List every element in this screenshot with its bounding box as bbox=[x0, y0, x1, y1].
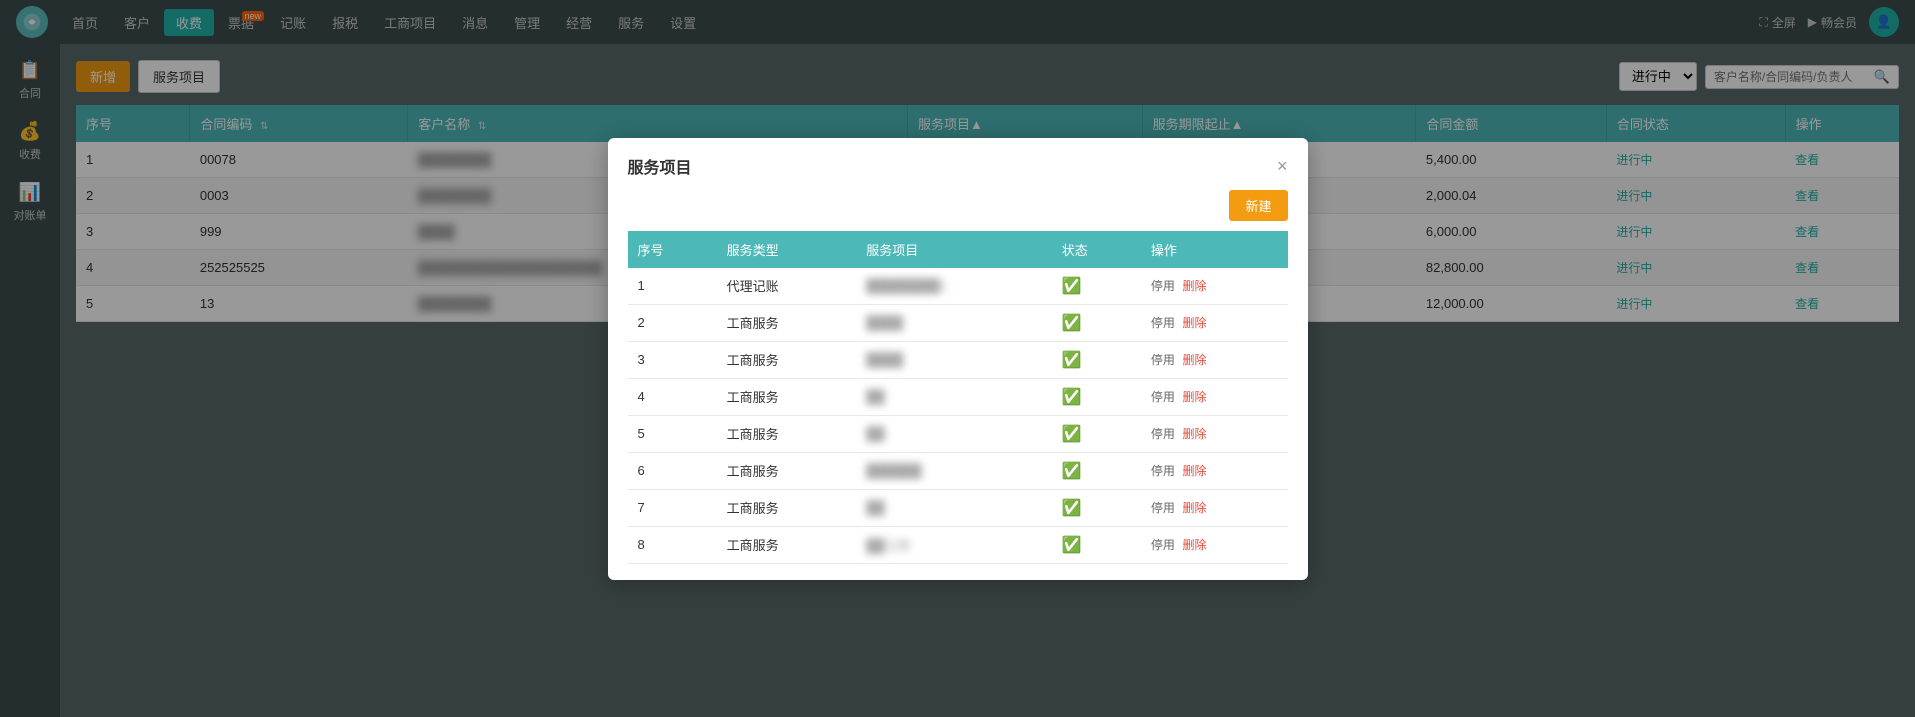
modal-cell-status: ✅ bbox=[1052, 341, 1141, 378]
modal-cell-seq: 7 bbox=[628, 489, 717, 526]
modal-cell-action: 停用 删除 bbox=[1141, 268, 1288, 305]
modal-cell-type: 工商服务 bbox=[717, 489, 857, 526]
modal-cell-type: 工商服务 bbox=[717, 452, 857, 489]
stop-button[interactable]: 停用 bbox=[1151, 462, 1175, 479]
modal-cell-action: 停用 删除 bbox=[1141, 415, 1288, 452]
modal-table-row: 8 工商服务 ██注册 ✅ 停用 删除 bbox=[628, 526, 1288, 563]
modal-col-type: 服务类型 bbox=[717, 231, 857, 268]
delete-button[interactable]: 删除 bbox=[1183, 351, 1207, 368]
modal-cell-type: 工商服务 bbox=[717, 415, 857, 452]
delete-button[interactable]: 删除 bbox=[1183, 499, 1207, 516]
delete-button[interactable]: 删除 bbox=[1183, 425, 1207, 442]
modal-cell-seq: 1 bbox=[628, 268, 717, 305]
modal-table-row: 7 工商服务 ██ ✅ 停用 删除 bbox=[628, 489, 1288, 526]
modal-cell-status: ✅ bbox=[1052, 452, 1141, 489]
modal-overlay[interactable]: 服务项目 × 新建 序号 服务类型 服务项目 状态 操作 bbox=[0, 0, 1915, 717]
delete-button[interactable]: 删除 bbox=[1183, 314, 1207, 331]
delete-button[interactable]: 删除 bbox=[1183, 462, 1207, 479]
status-check-icon: ✅ bbox=[1062, 537, 1082, 554]
delete-button[interactable]: 删除 bbox=[1183, 277, 1207, 294]
status-check-icon: ✅ bbox=[1062, 389, 1082, 406]
modal-table-row: 6 工商服务 ██████ ✅ 停用 删除 bbox=[628, 452, 1288, 489]
stop-button[interactable]: 停用 bbox=[1151, 499, 1175, 516]
delete-button[interactable]: 删除 bbox=[1183, 536, 1207, 553]
modal-cell-status: ✅ bbox=[1052, 415, 1141, 452]
modal-cell-status: ✅ bbox=[1052, 526, 1141, 563]
modal-col-status: 状态 bbox=[1052, 231, 1141, 268]
modal-cell-status: ✅ bbox=[1052, 304, 1141, 341]
modal-cell-action: 停用 删除 bbox=[1141, 526, 1288, 563]
modal-table-row: 4 工商服务 ██ ✅ 停用 删除 bbox=[628, 378, 1288, 415]
modal-cell-item: ████ bbox=[856, 304, 1052, 341]
modal-cell-status: ✅ bbox=[1052, 378, 1141, 415]
modal-table-header-row: 序号 服务类型 服务项目 状态 操作 bbox=[628, 231, 1288, 268]
modal-col-action: 操作 bbox=[1141, 231, 1288, 268]
modal-cell-item: ██ bbox=[856, 378, 1052, 415]
modal-cell-seq: 6 bbox=[628, 452, 717, 489]
modal-cell-status: ✅ bbox=[1052, 268, 1141, 305]
modal-toolbar: 新建 bbox=[628, 190, 1288, 221]
modal-table-row: 3 工商服务 ████ ✅ 停用 删除 bbox=[628, 341, 1288, 378]
modal-col-seq: 序号 bbox=[628, 231, 717, 268]
modal-cell-seq: 3 bbox=[628, 341, 717, 378]
modal-cell-item: ██ bbox=[856, 415, 1052, 452]
new-service-item-button[interactable]: 新建 bbox=[1229, 190, 1287, 221]
modal-cell-type: 代理记账 bbox=[717, 268, 857, 305]
modal-cell-item: ██ bbox=[856, 489, 1052, 526]
modal-cell-type: 工商服务 bbox=[717, 304, 857, 341]
modal-cell-action: 停用 删除 bbox=[1141, 378, 1288, 415]
modal-col-item: 服务项目 bbox=[856, 231, 1052, 268]
modal-cell-seq: 4 bbox=[628, 378, 717, 415]
modal-title: 服务项目 bbox=[628, 154, 692, 178]
modal-cell-status: ✅ bbox=[1052, 489, 1141, 526]
modal-cell-item: ██████ bbox=[856, 452, 1052, 489]
modal-cell-item: ██注册 bbox=[856, 526, 1052, 563]
status-check-icon: ✅ bbox=[1062, 278, 1082, 295]
modal-cell-item: ████████1 bbox=[856, 268, 1052, 305]
modal-table-row: 5 工商服务 ██ ✅ 停用 删除 bbox=[628, 415, 1288, 452]
stop-button[interactable]: 停用 bbox=[1151, 277, 1175, 294]
stop-button[interactable]: 停用 bbox=[1151, 314, 1175, 331]
modal-cell-seq: 8 bbox=[628, 526, 717, 563]
modal-cell-action: 停用 删除 bbox=[1141, 304, 1288, 341]
status-check-icon: ✅ bbox=[1062, 352, 1082, 369]
modal-cell-type: 工商服务 bbox=[717, 341, 857, 378]
modal-table-row: 1 代理记账 ████████1 ✅ 停用 删除 bbox=[628, 268, 1288, 305]
service-item-modal: 服务项目 × 新建 序号 服务类型 服务项目 状态 操作 bbox=[608, 138, 1308, 580]
status-check-icon: ✅ bbox=[1062, 315, 1082, 332]
status-check-icon: ✅ bbox=[1062, 463, 1082, 480]
modal-cell-item: ████ bbox=[856, 341, 1052, 378]
modal-table-row: 2 工商服务 ████ ✅ 停用 删除 bbox=[628, 304, 1288, 341]
modal-cell-seq: 2 bbox=[628, 304, 717, 341]
delete-button[interactable]: 删除 bbox=[1183, 388, 1207, 405]
modal-cell-type: 工商服务 bbox=[717, 526, 857, 563]
status-check-icon: ✅ bbox=[1062, 500, 1082, 517]
modal-cell-type: 工商服务 bbox=[717, 378, 857, 415]
modal-header: 服务项目 × bbox=[608, 138, 1308, 178]
modal-cell-action: 停用 删除 bbox=[1141, 452, 1288, 489]
stop-button[interactable]: 停用 bbox=[1151, 388, 1175, 405]
stop-button[interactable]: 停用 bbox=[1151, 536, 1175, 553]
modal-close-button[interactable]: × bbox=[1277, 157, 1288, 175]
modal-table-wrap: 序号 服务类型 服务项目 状态 操作 1 代理记账 ████████1 ✅ 停用… bbox=[628, 231, 1288, 564]
modal-cell-action: 停用 删除 bbox=[1141, 489, 1288, 526]
modal-body: 新建 序号 服务类型 服务项目 状态 操作 1 代理记账 ███████ bbox=[608, 178, 1308, 580]
modal-cell-action: 停用 删除 bbox=[1141, 341, 1288, 378]
status-check-icon: ✅ bbox=[1062, 426, 1082, 443]
service-items-table: 序号 服务类型 服务项目 状态 操作 1 代理记账 ████████1 ✅ 停用… bbox=[628, 231, 1288, 564]
stop-button[interactable]: 停用 bbox=[1151, 425, 1175, 442]
stop-button[interactable]: 停用 bbox=[1151, 351, 1175, 368]
modal-cell-seq: 5 bbox=[628, 415, 717, 452]
